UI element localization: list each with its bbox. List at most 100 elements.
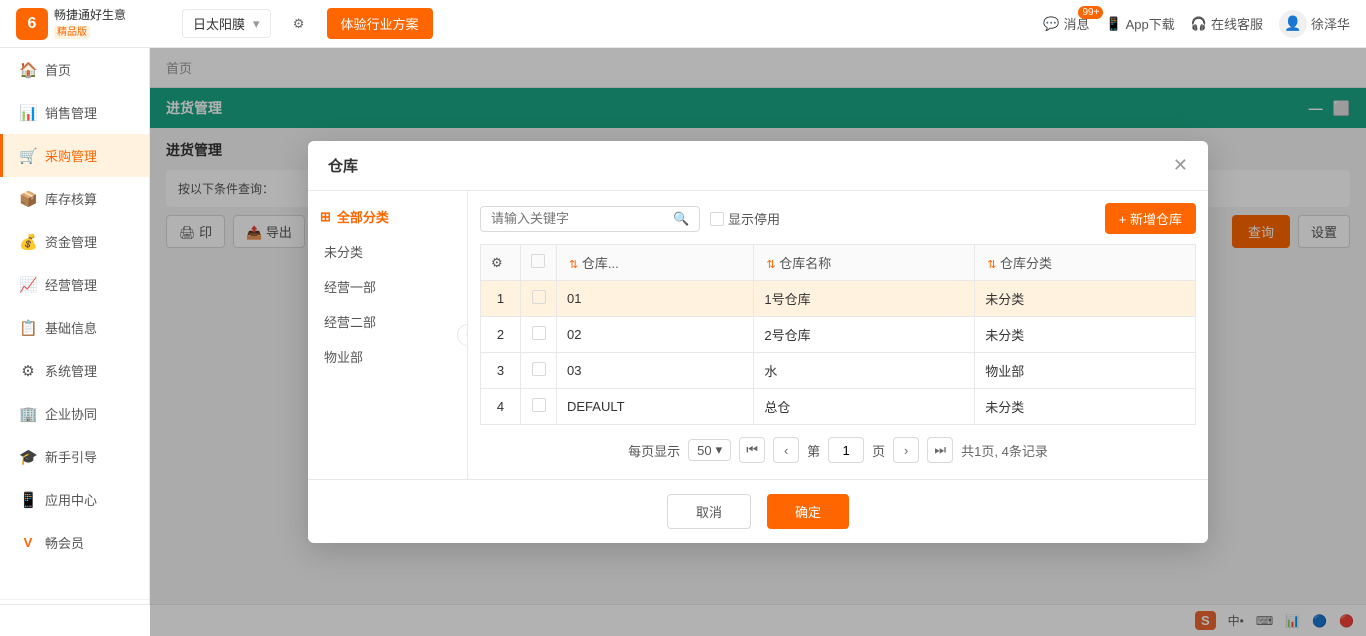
row-check[interactable] [521,317,557,353]
search-icon: 🔍 [673,211,689,227]
row-category: 物业部 [975,353,1196,389]
inventory-icon: 📦 [19,190,37,208]
row-num: 3 [481,353,521,389]
row-category: 未分类 [975,317,1196,353]
row-code: 02 [557,317,754,353]
sidebar-item-enterprise[interactable]: 🏢 企业协同 [0,392,149,435]
prev-page-button[interactable]: ‹ [773,437,799,463]
online-service-item[interactable]: 🎧 在线客服 [1191,14,1263,33]
category-panel: ⊞ 全部分类 未分类 经营一部 经营二部 物业部 ‹ [308,191,468,479]
header-right: 💬 消息 99+ 📱 App下载 🎧 在线客服 👤 徐泽华 [1043,10,1350,38]
col-name-header: ⇅ 仓库名称 [754,245,975,281]
row-check[interactable] [521,353,557,389]
sidebar-item-inventory[interactable]: 📦 库存核算 [0,177,149,220]
row-check[interactable] [521,389,557,425]
table-row[interactable]: 2 02 2号仓库 未分类 [481,317,1196,353]
store-selector[interactable]: 日太阳膜 ▾ [182,9,271,38]
operations-icon: 📈 [19,276,37,294]
headset-icon: 🎧 [1191,16,1207,32]
per-page-label: 每页显示 [628,441,680,460]
modal-title: 仓库 [328,155,358,176]
system-icon: ⚙ [19,362,37,380]
sidebar-item-operations[interactable]: 📈 经营管理 [0,263,149,306]
basic-info-icon: 📋 [19,319,37,337]
main-content: 首页 进货管理 — ⬜ 进货管理 按以下条件查询： 🖨 印 📤 导出 🔄 刷新 … [150,48,1366,636]
modal-body: ⊞ 全部分类 未分类 经营一部 经营二部 物业部 ‹ [308,191,1208,479]
cancel-button[interactable]: 取消 [667,494,751,529]
last-page-button[interactable]: ⏭ [927,437,953,463]
table-row[interactable]: 3 03 水 物业部 [481,353,1196,389]
purchase-icon: 🛒 [19,147,37,165]
row-check[interactable] [521,281,557,317]
row-code: DEFAULT [557,389,754,425]
message-item[interactable]: 💬 消息 99+ [1043,14,1089,33]
sidebar-item-system[interactable]: ⚙ 系统管理 [0,349,149,392]
table-container: ⚙ ⇅ 仓库... [480,244,1196,425]
warehouse-modal: 仓库 ✕ ⊞ 全部分类 未分类 经营一部 经营二部 物业部 [308,141,1208,543]
guide-icon: 🎓 [19,448,37,466]
sidebar-item-home[interactable]: 🏠 首页 [0,48,149,91]
category-item-ops1[interactable]: 经营一部 [308,269,467,304]
sidebar-item-sales[interactable]: 📊 销售管理 [0,91,149,134]
first-page-button[interactable]: ⏮ [739,437,765,463]
sidebar-item-member[interactable]: V 畅会员 [0,521,149,564]
member-icon: V [19,535,37,550]
category-item-property[interactable]: 物业部 [308,339,467,374]
user-profile[interactable]: 👤 徐泽华 [1279,10,1350,38]
next-page-button[interactable]: › [893,437,919,463]
show-disabled-label[interactable]: 显示停用 [710,209,780,228]
category-item-unclassified[interactable]: 未分类 [308,234,467,269]
table-row[interactable]: 1 01 1号仓库 未分类 [481,281,1196,317]
finance-icon: 💰 [19,233,37,251]
warehouse-table: ⚙ ⇅ 仓库... [480,244,1196,425]
message-icon: 💬 [1043,16,1059,32]
category-all[interactable]: ⊞ 全部分类 [308,199,467,234]
page-unit: 页 [872,441,885,460]
table-toolbar: 🔍 显示停用 + 新增仓库 [480,203,1196,234]
sidebar-item-basic-info[interactable]: 📋 基础信息 [0,306,149,349]
row-category: 未分类 [975,389,1196,425]
sort-code-icon[interactable]: ⇅ [569,259,578,271]
search-box: 🔍 [480,206,700,232]
app-logo-text: 畅捷通好生意 精品版 [54,8,126,39]
sidebar-item-purchase[interactable]: 🛒 采购管理 [0,134,149,177]
row-code: 01 [557,281,754,317]
sidebar-item-finance[interactable]: 💰 资金管理 [0,220,149,263]
page-input[interactable] [828,437,864,463]
table-head: ⚙ ⇅ 仓库... [481,245,1196,281]
col-gear: ⚙ [481,245,521,281]
search-input[interactable] [491,211,667,226]
mobile-icon: 📱 [1105,16,1121,32]
modal-footer: 取消 确定 [308,479,1208,543]
row-num: 1 [481,281,521,317]
table-row[interactable]: 4 DEFAULT 总仓 未分类 [481,389,1196,425]
sort-name-icon[interactable]: ⇅ [766,259,775,271]
row-num: 2 [481,317,521,353]
modal-close-button[interactable]: ✕ [1173,155,1188,176]
col-category-header: ⇅ 仓库分类 [975,245,1196,281]
main-layout: 🏠 首页 📊 销售管理 🛒 采购管理 📦 库存核算 💰 资金管理 📈 经营管理 … [0,48,1366,636]
row-code: 03 [557,353,754,389]
row-num: 4 [481,389,521,425]
enterprise-icon: 🏢 [19,405,37,423]
app-center-icon: 📱 [19,491,37,509]
sidebar-item-guide[interactable]: 🎓 新手引导 [0,435,149,478]
select-arrow-icon: ▾ [716,442,723,458]
confirm-button[interactable]: 确定 [767,494,849,529]
trial-button[interactable]: 体验行业方案 [327,8,433,39]
dropdown-arrow-icon: ▾ [253,16,260,32]
settings-icon[interactable]: ⚙ [283,8,315,40]
add-warehouse-button[interactable]: + 新增仓库 [1105,203,1196,234]
sidebar-item-app-center[interactable]: 📱 应用中心 [0,478,149,521]
row-name: 水 [754,353,975,389]
show-disabled-checkbox[interactable] [710,212,724,226]
logo-area: 6 畅捷通好生意 精品版 [16,8,166,40]
app-download-item[interactable]: 📱 App下载 [1105,14,1174,33]
select-all-checkbox[interactable] [531,254,545,268]
sidebar: 🏠 首页 📊 销售管理 🛒 采购管理 📦 库存核算 💰 资金管理 📈 经营管理 … [0,48,150,636]
sort-category-icon[interactable]: ⇅ [987,259,996,271]
category-item-ops2[interactable]: 经营二部 [308,304,467,339]
top-header: 6 畅捷通好生意 精品版 日太阳膜 ▾ ⚙ 体验行业方案 💬 消息 99+ 📱 … [0,0,1366,48]
per-page-select[interactable]: 50 ▾ [688,439,731,461]
col-check [521,245,557,281]
